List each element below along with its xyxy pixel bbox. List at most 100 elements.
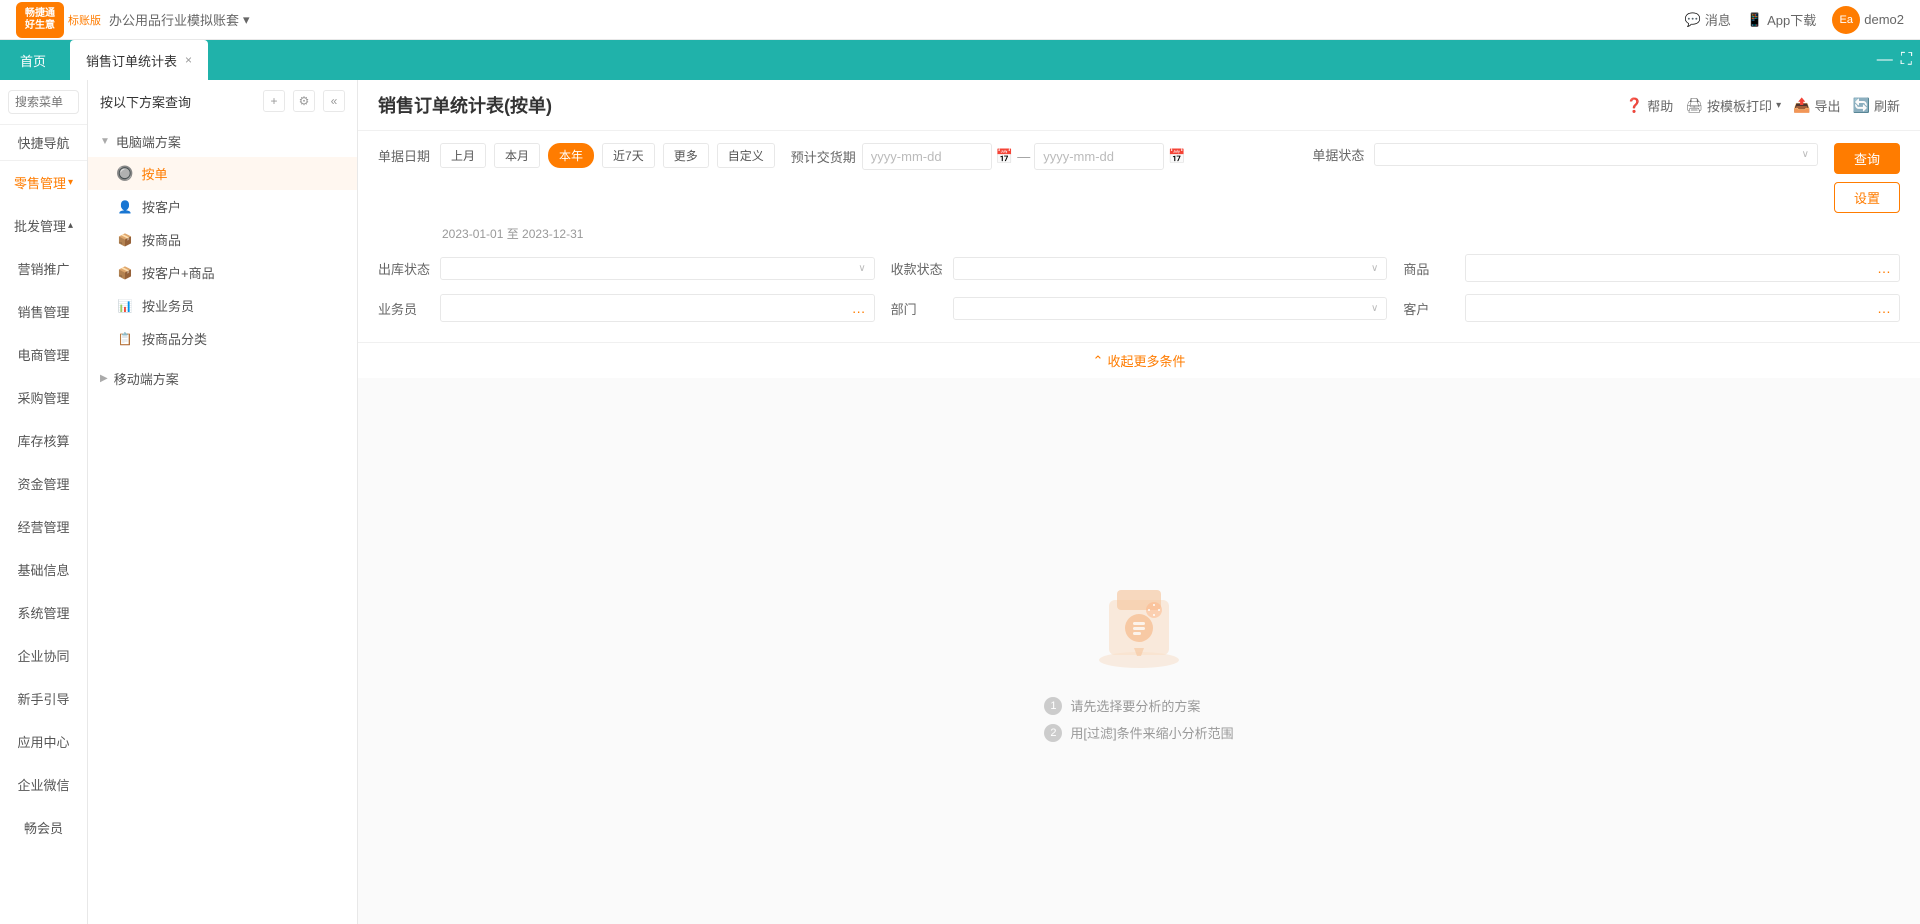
avatar: Ea xyxy=(1832,6,1860,34)
sidebar-item-system[interactable]: 系统管理 xyxy=(0,591,87,634)
calendar-end-icon[interactable]: 📅 xyxy=(1168,148,1185,165)
dept-arrow-icon: ∨ xyxy=(1371,303,1378,314)
scheme-item-by-order[interactable]: 🔘 按单 xyxy=(88,157,357,190)
sidebar-search-box xyxy=(0,80,87,125)
goods-select[interactable]: … xyxy=(1465,254,1900,282)
shipment-status-group: 出库状态 ∨ xyxy=(378,257,875,280)
search-btn-group: 查询 设置 xyxy=(1834,143,1900,213)
scheme-group-mobile: ▶ 移动端方案 xyxy=(88,359,357,398)
date-btn-last-month[interactable]: 上月 xyxy=(440,143,486,168)
sidebar-item-cooperation[interactable]: 企业协同 xyxy=(0,634,87,677)
logo: 畅捷通 好生意 xyxy=(16,2,64,38)
main-layout: 快捷导航 零售管理 ▾ 批发管理 ▴ 营销推广 销售管理 电商管理 采购管理 库… xyxy=(0,80,1920,924)
expected-date-start[interactable] xyxy=(862,143,992,170)
sidebar-item-basicinfo[interactable]: 基础信息 xyxy=(0,548,87,591)
sidebar-item-inventory[interactable]: 库存核算 xyxy=(0,419,87,462)
sidebar-item-shortcut[interactable]: 快捷导航 xyxy=(0,125,87,161)
customer-label: 客户 xyxy=(1403,299,1459,318)
salesperson-select[interactable]: … xyxy=(440,294,875,322)
content-area: 按以下方案查询 + ⚙ « ▼ 电脑端方案 🔘 按单 👤 xyxy=(88,80,1920,924)
status-group: 单据状态 ∨ xyxy=(1312,143,1818,166)
collapse-panel-btn[interactable]: « xyxy=(323,90,345,112)
scheme-item-by-customer-goods[interactable]: 📦 按客户+商品 xyxy=(88,256,357,289)
date-btn-this-year[interactable]: 本年 xyxy=(548,143,594,168)
salesperson-group: 业务员 … xyxy=(378,294,875,322)
payment-arrow-icon: ∨ xyxy=(1371,263,1378,274)
window-minimize-icon[interactable]: — xyxy=(1877,51,1893,69)
scheme-item-by-salesperson[interactable]: 📊 按业务员 xyxy=(88,289,357,322)
topbar-left: 畅捷通 好生意 标账版 办公用品行业模拟账套 ▾ xyxy=(16,2,250,38)
tab-home[interactable]: 首页 xyxy=(0,40,66,80)
tab-close-icon[interactable]: × xyxy=(185,53,192,67)
left-panel-header: 按以下方案查询 + ⚙ « xyxy=(88,80,357,122)
date-btn-custom[interactable]: 自定义 xyxy=(717,143,775,168)
status-label: 单据状态 xyxy=(1312,145,1368,164)
tab-active[interactable]: 销售订单统计表 × xyxy=(70,40,208,80)
empty-tip-1: 1 请先选择要分析的方案 xyxy=(1044,696,1233,715)
sidebar-item-member[interactable]: 畅会员 xyxy=(0,806,87,849)
department-select[interactable]: ∨ xyxy=(953,297,1388,320)
print-btn[interactable]: 🖨 按模板打印 ▾ xyxy=(1685,96,1781,115)
window-maximize-icon[interactable]: ⛶ xyxy=(1901,51,1912,69)
date-btn-more[interactable]: 更多 xyxy=(663,143,709,168)
goods-ellipsis-icon[interactable]: … xyxy=(1877,260,1891,276)
sidebar-item-wholesale[interactable]: 批发管理 ▴ xyxy=(0,204,87,247)
collapse-row[interactable]: ⌃ 收起更多条件 xyxy=(358,342,1920,378)
shipment-arrow-icon: ∨ xyxy=(858,263,865,274)
right-content: 销售订单统计表(按单) ❓ 帮助 🖨 按模板打印 ▾ 📤 导出 xyxy=(358,80,1920,924)
customer-select[interactable]: … xyxy=(1465,294,1900,322)
customer-ellipsis-icon[interactable]: … xyxy=(1877,300,1891,316)
scheme-item-by-goods[interactable]: 📦 按商品 xyxy=(88,223,357,256)
refresh-btn[interactable]: 🔄 刷新 xyxy=(1853,96,1900,115)
empty-tips: 1 请先选择要分析的方案 2 用[过滤]条件来缩小分析范围 xyxy=(1044,696,1233,742)
date-btn-7days[interactable]: 近7天 xyxy=(602,143,655,168)
left-panel-icons: + ⚙ « xyxy=(263,90,345,112)
sidebar-item-marketing[interactable]: 营销推广 xyxy=(0,247,87,290)
scheme-item-by-customer[interactable]: 👤 按客户 xyxy=(88,190,357,223)
calendar-start-icon[interactable]: 📅 xyxy=(996,148,1013,165)
sidebar-item-newbie[interactable]: 新手引导 xyxy=(0,677,87,720)
by-salesperson-icon: 📊 xyxy=(116,297,134,315)
shipment-select[interactable]: ∨ xyxy=(440,257,875,280)
message-btn[interactable]: 💬 消息 xyxy=(1685,10,1731,29)
tabbar: 首页 销售订单统计表 × — ⛶ xyxy=(0,40,1920,80)
payment-select[interactable]: ∨ xyxy=(953,257,1388,280)
by-customer-goods-icon: 📦 xyxy=(116,264,134,282)
salesperson-ellipsis-icon[interactable]: … xyxy=(852,300,866,316)
collapse-up-icon: ⌃ xyxy=(1093,353,1104,369)
search-input[interactable] xyxy=(8,90,79,114)
app-download-btn[interactable]: 📱 App下载 xyxy=(1747,10,1816,29)
sidebar-item-finance[interactable]: 资金管理 xyxy=(0,462,87,505)
status-select[interactable]: ∨ xyxy=(1374,143,1818,166)
empty-tip-2: 2 用[过滤]条件来缩小分析范围 xyxy=(1044,723,1233,742)
date-btn-this-month[interactable]: 本月 xyxy=(494,143,540,168)
date-filter-group: 单据日期 上月 本月 本年 近7天 更多 自定义 xyxy=(378,143,775,168)
expected-date-label: 预计交货期 xyxy=(791,147,856,166)
search-btn[interactable]: 查询 xyxy=(1834,143,1900,174)
goods-group: 商品 … xyxy=(1403,254,1900,282)
scheme-group-mobile-header[interactable]: ▶ 移动端方案 xyxy=(88,363,357,394)
page-title: 销售订单统计表(按单) xyxy=(378,92,552,130)
user-menu[interactable]: Ea demo2 xyxy=(1832,6,1904,34)
scheme-item-by-category[interactable]: 📋 按商品分类 xyxy=(88,322,357,355)
sidebar-item-retail[interactable]: 零售管理 ▾ xyxy=(0,161,87,204)
sidebar-item-sales[interactable]: 销售管理 xyxy=(0,290,87,333)
sidebar-item-purchase[interactable]: 采购管理 xyxy=(0,376,87,419)
sidebar-item-appcenter[interactable]: 应用中心 xyxy=(0,720,87,763)
sidebar-item-management[interactable]: 经营管理 xyxy=(0,505,87,548)
sidebar-item-wechat[interactable]: 企业微信 xyxy=(0,763,87,806)
settings-scheme-btn[interactable]: ⚙ xyxy=(293,90,315,112)
settings-btn[interactable]: 设置 xyxy=(1834,182,1900,213)
department-label: 部门 xyxy=(891,299,947,318)
industry-select[interactable]: 办公用品行业模拟账套 ▾ xyxy=(109,10,250,29)
scheme-group-pc-header[interactable]: ▼ 电脑端方案 xyxy=(88,126,357,157)
print-arrow-icon: ▾ xyxy=(1776,100,1781,111)
sidebar-item-ecommerce[interactable]: 电商管理 xyxy=(0,333,87,376)
page-header-actions: ❓ 帮助 🖨 按模板打印 ▾ 📤 导出 🔄 刷新 xyxy=(1626,96,1900,127)
export-btn[interactable]: 📤 导出 xyxy=(1793,96,1840,115)
help-btn[interactable]: ❓ 帮助 xyxy=(1626,96,1673,115)
date-separator: — xyxy=(1017,149,1030,164)
help-icon: ❓ xyxy=(1626,97,1643,114)
expected-date-end[interactable] xyxy=(1034,143,1164,170)
add-scheme-btn[interactable]: + xyxy=(263,90,285,112)
